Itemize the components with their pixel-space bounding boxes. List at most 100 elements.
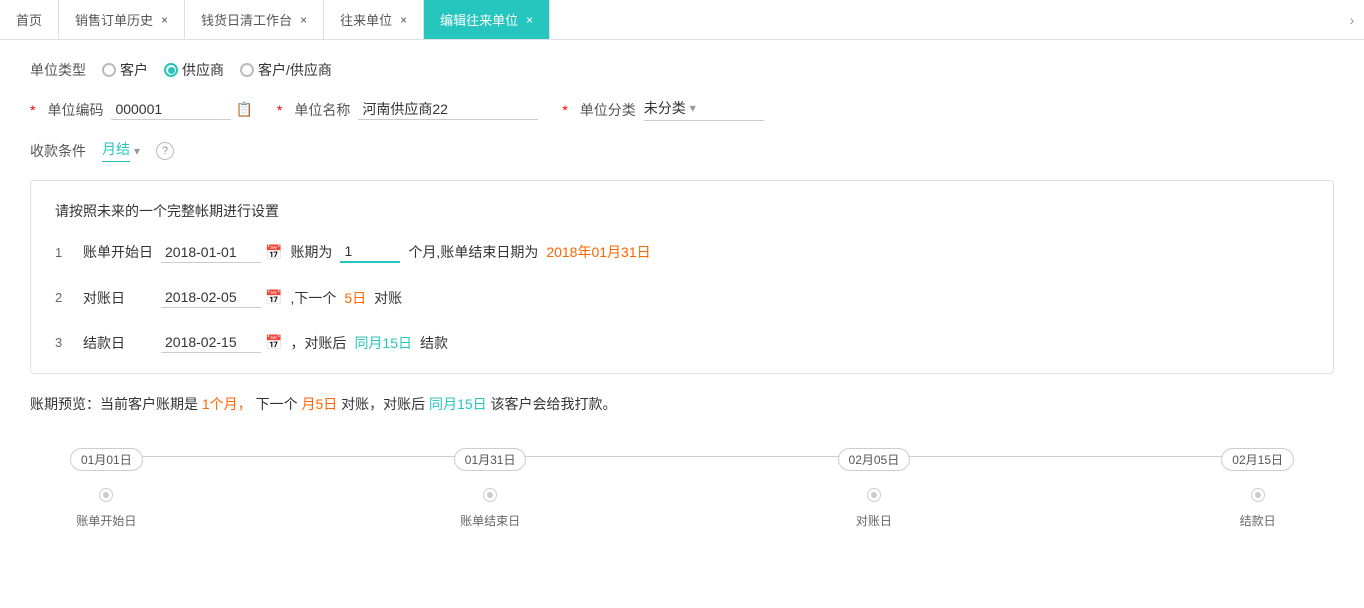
reconcile-date-input-group: 📅	[161, 287, 282, 308]
unit-code-input-group: 📋	[111, 99, 252, 120]
radio-customer[interactable]: 客户	[102, 60, 148, 80]
setting-row-3: 3 结款日 📅 ，对账后 同月15日 结款	[55, 332, 1309, 353]
payment-terms-label: 收款条件	[30, 141, 86, 161]
radio-supplier-circle	[164, 63, 178, 77]
start-date-input-group: 📅	[161, 242, 282, 263]
unit-type-row: 单位类型 客户 供应商 客户/供应商	[30, 60, 1334, 80]
timeline-dot-1	[99, 488, 113, 502]
tab-home[interactable]: 首页	[0, 0, 59, 39]
tabs-bar: 首页 销售订单历史 × 钱货日清工作台 × 往来单位 × 编辑往来单位 × ›	[0, 0, 1364, 40]
unit-name-label: 单位名称	[294, 100, 350, 120]
preview-payment-suffix: 该客户会给我打款。	[491, 396, 617, 412]
tab-partner-close[interactable]: ×	[400, 13, 407, 27]
tab-edit-partner-close[interactable]: ×	[526, 13, 533, 27]
unit-code-label: 单位编码	[47, 100, 103, 120]
unit-info-row: * 单位编码 📋 * 单位名称 * 单位分类 未分类 ▾	[30, 98, 1334, 121]
timeline-point-4: 02月15日 结款日	[1221, 448, 1294, 529]
payment-suffix: 结款	[420, 333, 448, 353]
settings-box: 请按照未来的一个完整帐期进行设置 1 账单开始日 📅 账期为 个月,账单结束日期…	[30, 180, 1334, 374]
tab-sales-history-close[interactable]: ×	[161, 13, 168, 27]
period-label: 账期为	[290, 242, 332, 262]
unit-category-group: * 单位分类 未分类 ▾	[562, 98, 763, 121]
setting-row-1: 1 账单开始日 📅 账期为 个月,账单结束日期为 2018年01月31日	[55, 241, 1309, 263]
tab-home-label: 首页	[16, 10, 42, 29]
row-label-1: 账单开始日	[83, 242, 153, 262]
payment-terms-select[interactable]: 月结 ▾	[102, 139, 140, 162]
unit-code-group: * 单位编码 📋	[30, 99, 253, 120]
category-value: 未分类	[644, 98, 686, 118]
timeline-container: 01月01日 账单开始日 01月31日 账单结束日 02月05日 对账日 02月…	[30, 438, 1334, 549]
unit-category-select[interactable]: 未分类 ▾	[644, 98, 764, 121]
payment-date-input[interactable]	[161, 332, 261, 353]
timeline-dots: 01月01日 账单开始日 01月31日 账单结束日 02月05日 对账日 02月…	[30, 448, 1334, 529]
payment-terms-value: 月结	[102, 139, 130, 162]
reconcile-date-calendar-icon[interactable]: 📅	[265, 289, 282, 306]
radio-both-label: 客户/供应商	[258, 60, 332, 80]
timeline-dot-2	[483, 488, 497, 502]
row-num-3: 3	[55, 335, 75, 350]
preview-period: 1个月，	[202, 396, 252, 412]
timeline-date-2: 01月31日	[454, 448, 527, 471]
timeline-label-1: 账单开始日	[76, 512, 136, 529]
reconcile-suffix: 对账	[374, 288, 402, 308]
unit-name-group: * 单位名称	[277, 99, 538, 120]
unit-category-star: *	[562, 102, 567, 118]
main-content: 单位类型 客户 供应商 客户/供应商 * 单位编码 📋	[0, 40, 1364, 608]
unit-name-input[interactable]	[358, 99, 538, 120]
period-end-date: 2018年01月31日	[546, 242, 650, 262]
settings-title: 请按照未来的一个完整帐期进行设置	[55, 201, 1309, 221]
timeline-label-3: 对账日	[856, 512, 892, 529]
tab-edit-partner[interactable]: 编辑往来单位 ×	[424, 0, 550, 39]
unit-type-label: 单位类型	[30, 60, 86, 80]
payment-terms-dropdown-arrow: ▾	[134, 144, 140, 158]
timeline-date-3: 02月05日	[838, 448, 911, 471]
tab-cash-work-close[interactable]: ×	[300, 13, 307, 27]
radio-customer-label: 客户	[120, 60, 148, 80]
preview-label: 账期预览：当前客户账期是	[30, 396, 198, 412]
preview-reconcile-day: 月5日	[301, 396, 337, 412]
preview-reconcile-prefix: 下一个	[256, 396, 298, 412]
timeline-label-2: 账单结束日	[460, 512, 520, 529]
tab-sales-history[interactable]: 销售订单历史 ×	[59, 0, 185, 39]
timeline-point-1: 01月01日 账单开始日	[70, 448, 143, 529]
radio-both[interactable]: 客户/供应商	[240, 60, 332, 80]
timeline-date-4: 02月15日	[1221, 448, 1294, 471]
radio-customer-circle	[102, 63, 116, 77]
tab-scroll-right[interactable]: ›	[1340, 12, 1364, 28]
unit-code-star: *	[30, 102, 35, 118]
unit-code-input[interactable]	[111, 99, 231, 120]
payment-day: 同月15日	[354, 333, 412, 353]
start-date-calendar-icon[interactable]: 📅	[265, 244, 282, 261]
unit-name-star: *	[277, 102, 282, 118]
preview-payment-day: 同月15日	[429, 396, 487, 412]
unit-code-copy-icon[interactable]: 📋	[235, 101, 252, 118]
tab-edit-partner-label: 编辑往来单位	[440, 10, 518, 29]
reconcile-prefix: ,下一个	[290, 288, 336, 308]
start-date-input[interactable]	[161, 242, 261, 263]
unit-type-radio-group: 客户 供应商 客户/供应商	[102, 60, 332, 80]
reconcile-date-input[interactable]	[161, 287, 261, 308]
period-input[interactable]	[340, 241, 400, 263]
tab-cash-work[interactable]: 钱货日清工作台 ×	[185, 0, 324, 39]
row-label-3: 结款日	[83, 333, 153, 353]
tab-partner[interactable]: 往来单位 ×	[324, 0, 424, 39]
payment-terms-row: 收款条件 月结 ▾ ?	[30, 139, 1334, 162]
row-num-1: 1	[55, 245, 75, 260]
setting-row-2: 2 对账日 📅 ,下一个 5日 对账	[55, 287, 1309, 308]
category-select-area[interactable]: 未分类 ▾	[644, 98, 764, 121]
radio-supplier[interactable]: 供应商	[164, 60, 224, 80]
reconcile-day: 5日	[344, 288, 366, 308]
payment-date-calendar-icon[interactable]: 📅	[265, 334, 282, 351]
payment-prefix: ，对账后	[290, 333, 346, 353]
tab-partner-label: 往来单位	[340, 10, 392, 29]
tab-sales-history-label: 销售订单历史	[75, 10, 153, 29]
payment-date-input-group: 📅	[161, 332, 282, 353]
preview-reconcile-suffix: 对账，对账后	[341, 396, 425, 412]
tab-cash-work-label: 钱货日清工作台	[201, 10, 292, 29]
timeline-point-3: 02月05日 对账日	[838, 448, 911, 529]
row-num-2: 2	[55, 290, 75, 305]
help-icon[interactable]: ?	[156, 142, 174, 160]
timeline-dot-4	[1251, 488, 1265, 502]
timeline-date-1: 01月01日	[70, 448, 143, 471]
radio-both-circle	[240, 63, 254, 77]
